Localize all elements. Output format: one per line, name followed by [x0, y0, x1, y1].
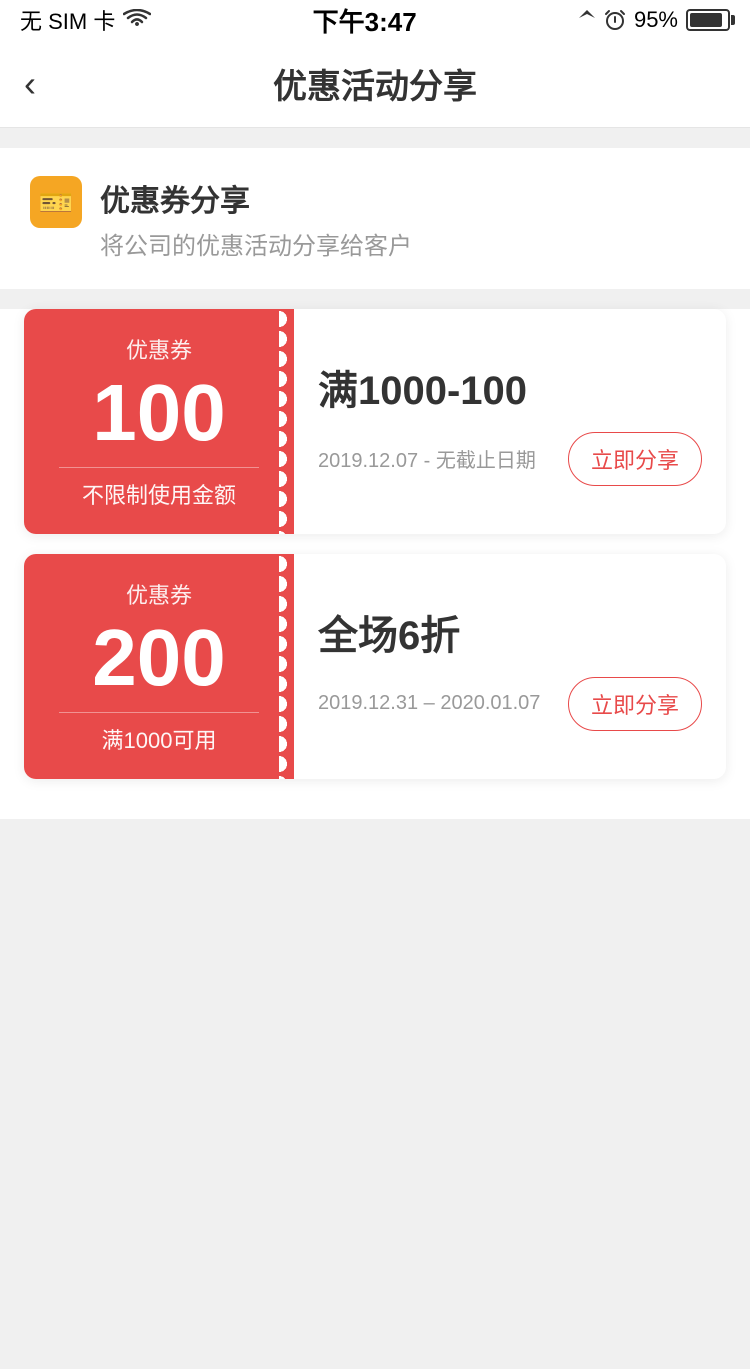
section-icon: 🎫	[30, 176, 82, 228]
status-time: 下午3:47	[313, 2, 417, 39]
coupon-list: 优惠券 100 不限制使用金额 满1000-100 2019.12.07 - 无…	[0, 309, 750, 819]
coupon-right-1: 满1000-100 2019.12.07 - 无截止日期 立即分享	[294, 309, 726, 534]
coupon-card-2: 优惠券 200 满1000可用 全场6折 2019.12.31 – 2020.0…	[24, 554, 726, 779]
coupon-label-1: 优惠券	[126, 333, 192, 365]
alarm-icon	[604, 9, 626, 31]
coupon-divider-2	[59, 712, 259, 713]
page-title: 优惠活动分享	[273, 59, 477, 108]
back-button[interactable]: ‹	[24, 66, 36, 102]
carrier-text: 无 SIM 卡	[20, 4, 115, 36]
coupon-condition-1: 不限制使用金额	[82, 478, 236, 510]
coupon-meta-2: 2019.12.31 – 2020.01.07 立即分享	[318, 677, 702, 731]
status-bar: 无 SIM 卡 下午3:47 95%	[0, 0, 750, 40]
section-title: 优惠券分享	[100, 176, 412, 220]
section-subtitle: 将公司的优惠活动分享给客户	[100, 226, 412, 261]
coupon-icon: 🎫	[39, 186, 74, 219]
section-text-block: 优惠券分享 将公司的优惠活动分享给客户	[100, 176, 412, 261]
share-button-1[interactable]: 立即分享	[568, 432, 702, 486]
coupon-right-2: 全场6折 2019.12.31 – 2020.01.07 立即分享	[294, 554, 726, 779]
battery-icon	[686, 9, 730, 31]
coupon-condition-2: 满1000可用	[102, 723, 217, 755]
nav-bar: ‹ 优惠活动分享	[0, 40, 750, 128]
share-button-2[interactable]: 立即分享	[568, 677, 702, 731]
wifi-icon	[123, 9, 151, 31]
status-left: 无 SIM 卡	[20, 4, 151, 36]
coupon-divider-1	[59, 467, 259, 468]
coupon-date-2: 2019.12.31 – 2020.01.07	[318, 692, 556, 715]
coupon-card-1: 优惠券 100 不限制使用金额 满1000-100 2019.12.07 - 无…	[24, 309, 726, 534]
status-right: 95%	[578, 7, 730, 33]
coupon-name-1: 满1000-100	[318, 358, 702, 416]
location-icon	[578, 9, 596, 31]
coupon-amount-2: 200	[92, 618, 225, 698]
coupon-meta-1: 2019.12.07 - 无截止日期 立即分享	[318, 432, 702, 486]
coupon-date-1: 2019.12.07 - 无截止日期	[318, 444, 556, 473]
page-background	[0, 819, 750, 1369]
battery-percent: 95%	[634, 7, 678, 33]
coupon-name-2: 全场6折	[318, 603, 702, 661]
coupon-amount-1: 100	[92, 373, 225, 453]
coupon-label-2: 优惠券	[126, 578, 192, 610]
section-header: 🎫 优惠券分享 将公司的优惠活动分享给客户	[0, 148, 750, 289]
coupon-left-1: 优惠券 100 不限制使用金额	[24, 309, 294, 534]
section-divider	[0, 128, 750, 148]
coupon-left-2: 优惠券 200 满1000可用	[24, 554, 294, 779]
